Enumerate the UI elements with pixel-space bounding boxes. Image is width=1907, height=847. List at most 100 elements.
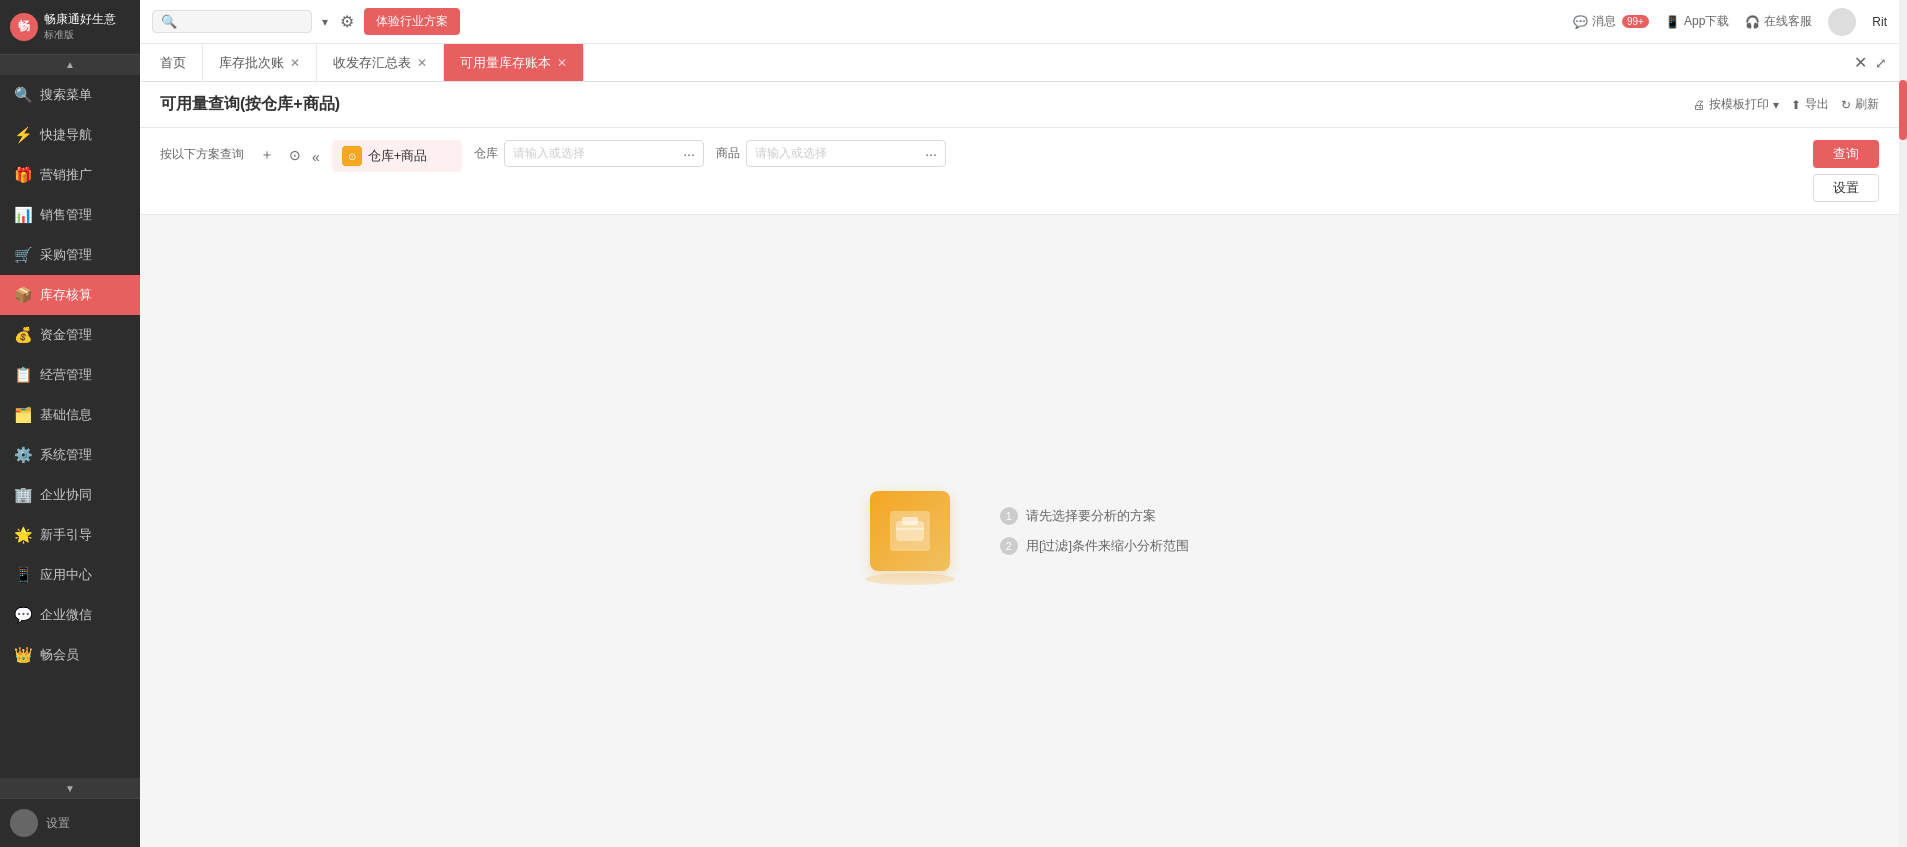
messages-btn[interactable]: 💬 消息 99+	[1573, 13, 1649, 30]
topbar: 🔍 ▾ ⚙ 体验行业方案 💬 消息 99+ 📱 App下载 🎧 在线客服 Rit	[140, 0, 1899, 44]
sidebar-item-marketing[interactable]: 🎁营销推广	[0, 155, 140, 195]
member-icon: 👑	[14, 646, 32, 664]
svg-rect-0	[896, 521, 924, 541]
sales-icon: 📊	[14, 206, 32, 224]
sidebar-item-inventory[interactable]: 📦库存核算	[0, 275, 140, 315]
warehouse-input[interactable]: 请输入或选择 ···	[504, 140, 704, 167]
tip-text-1: 请先选择要分析的方案	[1026, 507, 1156, 525]
goods-more-icon[interactable]: ···	[925, 146, 937, 162]
sidebar-item-enterprise[interactable]: 🏢企业协同	[0, 475, 140, 515]
sidebar-nav: 🔍搜索菜单⚡快捷导航🎁营销推广📊销售管理🛒采购管理📦库存核算💰资金管理📋经营管理…	[0, 75, 140, 778]
svg-rect-1	[902, 517, 918, 525]
sidebar-item-basic[interactable]: 🗂️基础信息	[0, 395, 140, 435]
warehouse-more-icon[interactable]: ···	[683, 146, 695, 162]
tip-number-2: 2	[1000, 537, 1018, 555]
tab-receipt-summary-label: 收发存汇总表	[333, 54, 411, 72]
sidebar-item-appcenter[interactable]: 📱应用中心	[0, 555, 140, 595]
sidebar-footer-user: 设置	[46, 815, 70, 832]
newuser-icon: 🌟	[14, 526, 32, 544]
goods-input[interactable]: 请输入或选择 ···	[746, 140, 946, 167]
app-download-btn[interactable]: 📱 App下载	[1665, 13, 1729, 30]
refresh-icon: ↻	[1841, 98, 1851, 112]
sidebar-footer[interactable]: 设置	[0, 798, 140, 847]
scheme-icon: ⊙	[342, 146, 362, 166]
manage-scheme-btn[interactable]: ⊙	[284, 144, 306, 166]
sidebar-item-sales[interactable]: 📊销售管理	[0, 195, 140, 235]
tab-available-ledger[interactable]: 可用量库存账本 ✕	[444, 44, 584, 81]
purchase-icon: 🛒	[14, 246, 32, 264]
search-input[interactable]	[181, 15, 301, 29]
message-icon: 💬	[1573, 15, 1588, 29]
empty-box-svg	[892, 513, 928, 549]
tabs-expand-btn[interactable]: ⤢	[1875, 55, 1887, 71]
user-topbar-avatar[interactable]	[1828, 8, 1856, 36]
sidebar-item-shortcut[interactable]: ⚡快捷导航	[0, 115, 140, 155]
sidebar-item-wechat[interactable]: 💬企业微信	[0, 595, 140, 635]
tab-home-label: 首页	[160, 54, 186, 72]
add-scheme-btn[interactable]: ＋	[256, 144, 278, 166]
phone-icon: 📱	[1665, 15, 1680, 29]
scheme-label: 仓库+商品	[368, 147, 428, 165]
messages-badge: 99+	[1622, 15, 1649, 28]
system-icon: ⚙️	[14, 446, 32, 464]
sidebar-item-operation[interactable]: 📋经营管理	[0, 355, 140, 395]
tab-available-ledger-label: 可用量库存账本	[460, 54, 551, 72]
tabs-close-all-btn[interactable]: ✕	[1854, 53, 1867, 72]
filter-right-actions: 查询 设置	[1813, 140, 1879, 202]
topbar-right: 💬 消息 99+ 📱 App下载 🎧 在线客服 Rit	[1573, 8, 1887, 36]
refresh-btn[interactable]: ↻ 刷新	[1841, 96, 1879, 113]
empty-state: 1 请先选择要分析的方案 2 用[过滤]条件来缩小分析范围	[140, 215, 1899, 847]
user-name: Rit	[1872, 15, 1887, 29]
tabsbar: 首页 库存批次账 ✕ 收发存汇总表 ✕ 可用量库存账本 ✕ ✕ ⤢	[140, 44, 1899, 82]
settings-btn[interactable]: 设置	[1813, 174, 1879, 202]
sidebar-item-search[interactable]: 🔍搜索菜单	[0, 75, 140, 115]
empty-tip-2: 2 用[过滤]条件来缩小分析范围	[1000, 537, 1189, 555]
topbar-settings-btn[interactable]: ⚙	[338, 10, 356, 33]
sidebar-subtitle: 标准版	[44, 28, 116, 42]
tab-receipt-summary[interactable]: 收发存汇总表 ✕	[317, 44, 444, 81]
tab-batch-account[interactable]: 库存批次账 ✕	[203, 44, 317, 81]
empty-tip-1: 1 请先选择要分析的方案	[1000, 507, 1189, 525]
print-dropdown-icon: ▾	[1773, 98, 1779, 112]
page-header: 可用量查询(按仓库+商品) 🖨 按模板打印 ▾ ⬆ 导出 ↻ 刷新	[140, 82, 1899, 128]
right-sidebar	[1899, 0, 1907, 847]
online-service-btn[interactable]: 🎧 在线客服	[1745, 13, 1812, 30]
sidebar-scroll-up[interactable]: ▲	[0, 55, 140, 75]
tip-text-2: 用[过滤]条件来缩小分析范围	[1026, 537, 1189, 555]
topbar-search-box[interactable]: 🔍	[152, 10, 312, 33]
sidebar-scroll-down[interactable]: ▼	[0, 778, 140, 798]
right-sidebar-handle[interactable]	[1899, 80, 1907, 140]
empty-box	[870, 491, 950, 571]
wechat-icon: 💬	[14, 606, 32, 624]
sidebar-item-newuser[interactable]: 🌟新手引导	[0, 515, 140, 555]
export-btn[interactable]: ⬆ 导出	[1791, 96, 1829, 113]
tab-available-ledger-close[interactable]: ✕	[557, 56, 567, 70]
scheme-item-warehouse-goods[interactable]: ⊙ 仓库+商品	[332, 140, 462, 172]
sidebar-item-purchase[interactable]: 🛒采购管理	[0, 235, 140, 275]
tab-batch-account-close[interactable]: ✕	[290, 56, 300, 70]
user-avatar	[10, 809, 38, 837]
sidebar-item-member[interactable]: 👑畅会员	[0, 635, 140, 675]
page-header-actions: 🖨 按模板打印 ▾ ⬆ 导出 ↻ 刷新	[1693, 96, 1879, 113]
filter-label: 按以下方案查询	[160, 140, 244, 163]
query-btn[interactable]: 查询	[1813, 140, 1879, 168]
tab-receipt-summary-close[interactable]: ✕	[417, 56, 427, 70]
sidebar-item-finance[interactable]: 💰资金管理	[0, 315, 140, 355]
enterprise-icon: 🏢	[14, 486, 32, 504]
finance-icon: 💰	[14, 326, 32, 344]
tab-home[interactable]: 首页	[140, 44, 203, 81]
sidebar-item-system[interactable]: ⚙️系统管理	[0, 435, 140, 475]
collapse-scheme-btn[interactable]: «	[312, 145, 320, 165]
export-icon: ⬆	[1791, 98, 1801, 112]
sidebar-title: 畅康通好生意	[44, 12, 116, 28]
warehouse-field: 仓库 请输入或选择 ···	[474, 140, 704, 167]
filter-panel: 按以下方案查询 ＋ ⊙ « ⊙ 仓库+商品 仓库 请输入或选择 ···	[140, 128, 1899, 215]
filter-fields: 仓库 请输入或选择 ··· 商品 请输入或选择 ···	[474, 140, 1801, 167]
inventory-icon: 📦	[14, 286, 32, 304]
goods-label: 商品	[716, 145, 740, 162]
search-icon: 🔍	[14, 86, 32, 104]
empty-illustration	[850, 471, 970, 591]
topbar-dropdown-btn[interactable]: ▾	[320, 13, 330, 31]
topbar-trial-btn[interactable]: 体验行业方案	[364, 8, 460, 35]
print-btn[interactable]: 🖨 按模板打印 ▾	[1693, 96, 1779, 113]
